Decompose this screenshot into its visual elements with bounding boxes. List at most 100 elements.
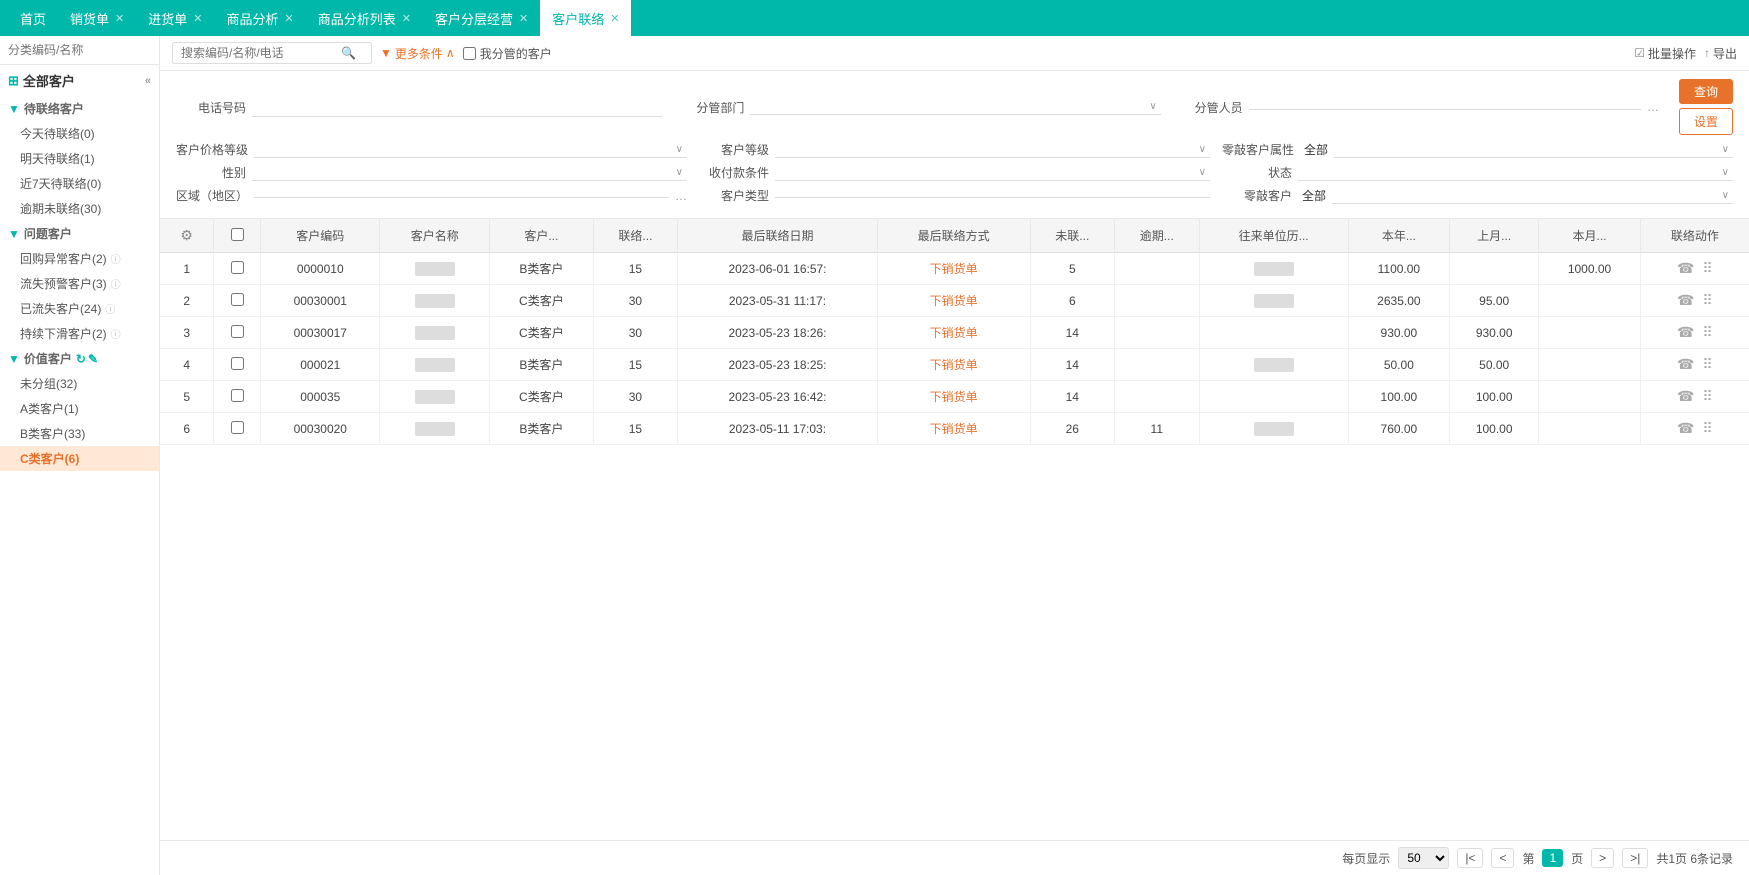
- th-action: 联络动作: [1640, 219, 1749, 253]
- gender-select[interactable]: ∨: [252, 165, 687, 181]
- nav-item-analysis-list[interactable]: 商品分析列表 ✕: [306, 0, 423, 36]
- phone-input[interactable]: [252, 98, 662, 117]
- sidebar-item-unclassified[interactable]: 未分组(32): [0, 371, 159, 396]
- batch-ops-btn[interactable]: ☑ 批量操作: [1634, 45, 1696, 62]
- contact-action-icon[interactable]: ☎: [1677, 260, 1694, 277]
- search-input[interactable]: [181, 46, 341, 60]
- th-settings[interactable]: ⚙: [160, 219, 214, 253]
- value-group-refresh-icon[interactable]: ↻: [76, 352, 86, 366]
- sidebar: 🔍 ⊞ 全部客户 « ▼ 待联络客户 今天待联络(0) 明天待联络(1) 近7天…: [0, 36, 160, 875]
- set-button[interactable]: 设置: [1679, 108, 1733, 135]
- sidebar-item-a-class[interactable]: A类客户(1): [0, 396, 159, 421]
- sidebar-item-overdue[interactable]: 逾期未联络(30): [0, 196, 159, 221]
- sidebar-item-7days[interactable]: 近7天待联络(0): [0, 171, 159, 196]
- customer-grade-label: 客户等级: [699, 141, 769, 158]
- row-checkbox[interactable]: [214, 349, 261, 381]
- first-page-btn[interactable]: |<: [1457, 848, 1483, 868]
- search-box[interactable]: 🔍: [172, 42, 372, 64]
- row-this-month: [1539, 285, 1640, 317]
- customer-type-select[interactable]: [775, 193, 1210, 198]
- more-action-icon[interactable]: ⠿: [1702, 420, 1712, 437]
- row-checkbox[interactable]: [214, 317, 261, 349]
- region-dots[interactable]: …: [675, 189, 687, 203]
- row-contact: 15: [593, 413, 677, 445]
- page-size-select[interactable]: 50 20 100: [1398, 847, 1449, 869]
- row-last-method[interactable]: 下销货单: [877, 285, 1030, 317]
- row-name: [380, 317, 490, 349]
- close-customer-tier-icon[interactable]: ✕: [519, 12, 528, 25]
- search-icon[interactable]: 🔍: [341, 46, 356, 60]
- last-page-btn[interactable]: >|: [1622, 848, 1648, 868]
- nav-item-sales[interactable]: 销货单 ✕: [58, 0, 136, 36]
- more-action-icon[interactable]: ⠿: [1702, 356, 1712, 373]
- export-btn[interactable]: ↑ 导出: [1704, 45, 1737, 62]
- contact-action-icon[interactable]: ☎: [1677, 324, 1694, 341]
- row-last-method[interactable]: 下销货单: [877, 317, 1030, 349]
- more-action-icon[interactable]: ⠿: [1702, 388, 1712, 405]
- nav-item-customer-tier[interactable]: 客户分层经营 ✕: [423, 0, 540, 36]
- select-all-checkbox[interactable]: [231, 228, 244, 241]
- nav-item-analysis[interactable]: 商品分析 ✕: [214, 0, 305, 36]
- row-not-contacted: 5: [1030, 253, 1114, 285]
- nav-item-purchase[interactable]: 进货单 ✕: [136, 0, 214, 36]
- more-action-icon[interactable]: ⠿: [1702, 260, 1712, 277]
- sidebar-item-abnormal[interactable]: 回购异常客户(2) ⓘ: [0, 246, 159, 271]
- my-customers-checkbox-label[interactable]: 我分管的客户: [463, 45, 552, 62]
- retail-customer-select[interactable]: ∨: [1332, 188, 1733, 204]
- gear-icon[interactable]: ⚙: [180, 227, 193, 243]
- value-group-edit-icon[interactable]: ✎: [88, 352, 98, 366]
- manager-dots[interactable]: …: [1647, 100, 1659, 114]
- next-page-btn[interactable]: >: [1591, 848, 1614, 868]
- sidebar-search-input[interactable]: [8, 43, 160, 57]
- sidebar-search-box[interactable]: 🔍: [0, 36, 159, 65]
- contact-action-icon[interactable]: ☎: [1677, 356, 1694, 373]
- close-sales-icon[interactable]: ✕: [115, 12, 124, 25]
- prev-page-btn[interactable]: <: [1491, 848, 1514, 868]
- my-customers-checkbox[interactable]: [463, 47, 476, 60]
- region-select[interactable]: [254, 193, 669, 198]
- row-last-method[interactable]: 下销货单: [877, 349, 1030, 381]
- customer-value-select[interactable]: ∨: [254, 142, 687, 158]
- all-customers-section[interactable]: ⊞ 全部客户 «: [0, 65, 159, 96]
- row-name: [380, 413, 490, 445]
- contact-action-icon[interactable]: ☎: [1677, 420, 1694, 437]
- customer-grade-select[interactable]: ∨: [775, 142, 1210, 158]
- dept-select[interactable]: ∨: [750, 99, 1160, 115]
- contact-action-icon[interactable]: ☎: [1677, 388, 1694, 405]
- row-unit-hist: [1199, 381, 1348, 413]
- more-action-icon[interactable]: ⠿: [1702, 292, 1712, 309]
- more-action-icon[interactable]: ⠿: [1702, 324, 1712, 341]
- sidebar-item-lost[interactable]: 已流失客户(24) ⓘ: [0, 296, 159, 321]
- row-actions: ☎ ⠿: [1640, 413, 1749, 445]
- sidebar-item-today[interactable]: 今天待联络(0): [0, 121, 159, 146]
- row-checkbox[interactable]: [214, 413, 261, 445]
- contact-action-icon[interactable]: ☎: [1677, 292, 1694, 309]
- payment-select[interactable]: ∨: [775, 165, 1210, 181]
- row-checkbox[interactable]: [214, 285, 261, 317]
- nav-item-home[interactable]: 首页: [8, 0, 58, 36]
- more-conditions-btn[interactable]: ▼ 更多条件 ∧: [380, 45, 455, 62]
- table-row: 200030001 C类客户302023-05-31 11:17:下销货单6 2…: [160, 285, 1749, 317]
- row-last-method[interactable]: 下销货单: [877, 253, 1030, 285]
- sidebar-item-c-class[interactable]: C类客户(6): [0, 446, 159, 471]
- query-button[interactable]: 查询: [1679, 79, 1733, 104]
- retail-attr-select[interactable]: ∨: [1334, 142, 1733, 158]
- sidebar-item-warning[interactable]: 流失预警客户(3) ⓘ: [0, 271, 159, 296]
- row-last-method[interactable]: 下销货单: [877, 413, 1030, 445]
- sidebar-item-tomorrow[interactable]: 明天待联络(1): [0, 146, 159, 171]
- close-analysis-icon[interactable]: ✕: [285, 12, 294, 25]
- status-select[interactable]: ∨: [1298, 165, 1733, 181]
- close-analysis-list-icon[interactable]: ✕: [402, 12, 411, 25]
- collapse-icon[interactable]: «: [145, 75, 151, 87]
- th-checkbox[interactable]: [214, 219, 261, 253]
- row-checkbox[interactable]: [214, 381, 261, 413]
- close-customer-contact-icon[interactable]: ✕: [610, 12, 619, 25]
- row-checkbox[interactable]: [214, 253, 261, 285]
- close-purchase-icon[interactable]: ✕: [193, 12, 202, 25]
- manager-select[interactable]: [1249, 105, 1641, 110]
- sidebar-item-declining[interactable]: 持续下滑客户(2) ⓘ: [0, 321, 159, 346]
- nav-item-customer-contact[interactable]: 客户联络 ✕: [540, 0, 631, 36]
- row-last-method[interactable]: 下销货单: [877, 381, 1030, 413]
- row-last-date: 2023-05-31 11:17:: [678, 285, 878, 317]
- sidebar-item-b-class[interactable]: B类客户(33): [0, 421, 159, 446]
